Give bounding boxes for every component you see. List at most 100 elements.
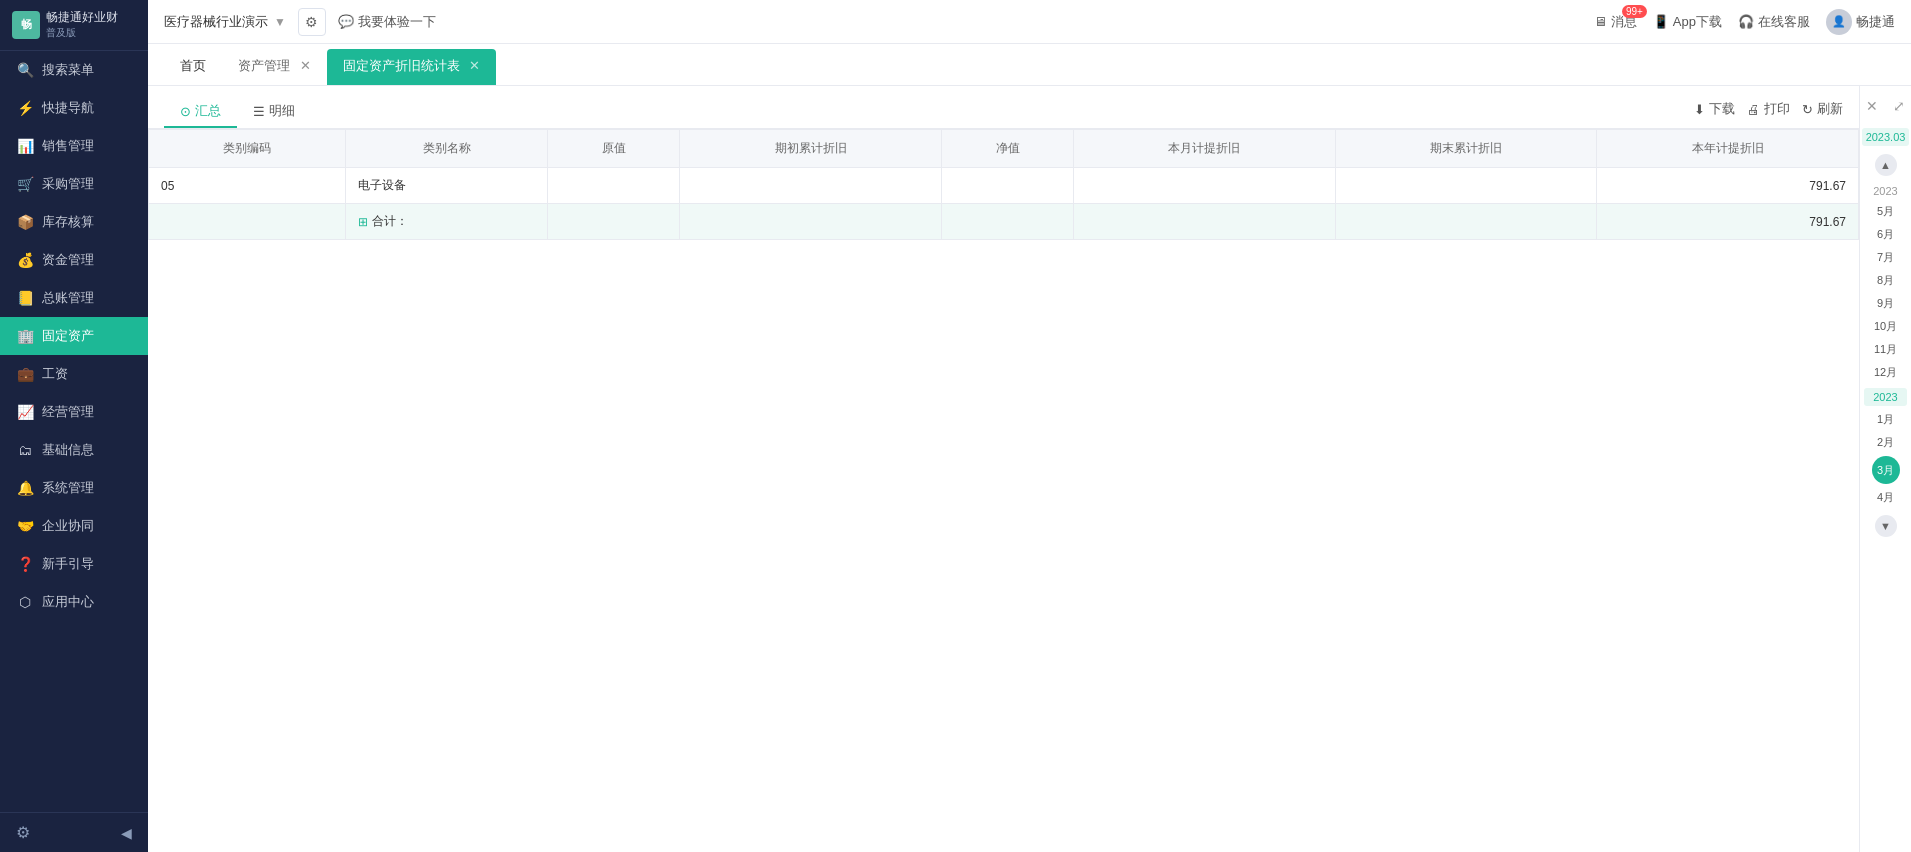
- rp-next-btn[interactable]: ▼: [1875, 515, 1897, 537]
- top-header: 医疗器械行业演示 ▼ ⚙ 💬 我要体验一下 🖥 消息 99+ 📱 App下载 🎧…: [148, 0, 1911, 44]
- sub-tab-summary[interactable]: ⊙ 汇总: [164, 96, 237, 128]
- sidebar-item-ledger[interactable]: 📒 总账管理: [0, 279, 148, 317]
- month-10[interactable]: 10月: [1860, 315, 1911, 338]
- sidebar-item-guide[interactable]: ❓ 新手引导: [0, 545, 148, 583]
- tab-depreciation-close[interactable]: ✕: [469, 58, 480, 73]
- sidebar-nav: 🔍 搜索菜单 ⚡ 快捷导航 📊 销售管理 🛒 采购管理 📦 库存核算 💰 资金管…: [0, 51, 148, 812]
- month-8[interactable]: 8月: [1860, 269, 1911, 292]
- message-badge: 99+: [1622, 5, 1647, 18]
- funds-icon: 💰: [16, 252, 34, 268]
- sidebar-item-purchase[interactable]: 🛒 采购管理: [0, 165, 148, 203]
- month-2[interactable]: 2月: [1860, 431, 1911, 454]
- current-period: 2023.03: [1862, 128, 1910, 146]
- right-panel-expand[interactable]: ⤢: [1893, 98, 1905, 114]
- sidebar-item-sales[interactable]: 📊 销售管理: [0, 127, 148, 165]
- sidebar-item-search[interactable]: 🔍 搜索菜单: [0, 51, 148, 89]
- tab-asset-close[interactable]: ✕: [300, 58, 311, 73]
- row-end-cumulative: [1335, 168, 1597, 204]
- detail-icon: ☰: [253, 104, 265, 119]
- sidebar-label-guide: 新手引导: [42, 555, 94, 573]
- col-net: 净值: [941, 130, 1073, 168]
- sidebar-item-system[interactable]: 🔔 系统管理: [0, 469, 148, 507]
- tab-home[interactable]: 首页: [164, 49, 222, 85]
- basic-icon: 🗂: [16, 442, 34, 458]
- rp-prev-btn[interactable]: ▲: [1875, 154, 1897, 176]
- month-12[interactable]: 12月: [1860, 361, 1911, 384]
- company-dropdown-icon[interactable]: ▼: [274, 15, 286, 29]
- tab-depreciation-label: 固定资产折旧统计表: [343, 58, 460, 73]
- logo-sub: 普及版: [46, 26, 118, 40]
- sidebar-item-funds[interactable]: 💰 资金管理: [0, 241, 148, 279]
- sidebar-label-salary: 工资: [42, 365, 68, 383]
- sidebar-label-ledger: 总账管理: [42, 289, 94, 307]
- experience-button[interactable]: 💬 我要体验一下: [338, 13, 436, 31]
- sidebar-item-enterprise[interactable]: 🤝 企业协同: [0, 507, 148, 545]
- download-action-icon: ⬇: [1694, 102, 1705, 117]
- refresh-icon: ↻: [1802, 102, 1813, 117]
- sidebar-item-quicknav[interactable]: ⚡ 快捷导航: [0, 89, 148, 127]
- sidebar-item-apps[interactable]: ⬡ 应用中心: [0, 583, 148, 621]
- total-cumulative: [680, 204, 942, 240]
- sidebar-item-fixed[interactable]: 🏢 固定资产: [0, 317, 148, 355]
- tab-asset-mgmt[interactable]: 资产管理 ✕: [222, 49, 327, 85]
- content-area: ⊙ 汇总 ☰ 明细 ⬇ 下载 🖨 打印: [148, 86, 1911, 852]
- col-cumulative: 期初累计折旧: [680, 130, 942, 168]
- download-label: App下载: [1673, 13, 1722, 31]
- ledger-icon: 📒: [16, 290, 34, 306]
- print-button[interactable]: 🖨 打印: [1747, 100, 1790, 118]
- sidebar-label-basic: 基础信息: [42, 441, 94, 459]
- message-button[interactable]: 🖥 消息 99+: [1594, 13, 1637, 31]
- refresh-button[interactable]: ↻ 刷新: [1802, 100, 1843, 118]
- guide-icon: ❓: [16, 556, 34, 572]
- sidebar-label-funds: 资金管理: [42, 251, 94, 269]
- report-area: ⊙ 汇总 ☰ 明细 ⬇ 下载 🖨 打印: [148, 86, 1859, 852]
- right-panel-close[interactable]: ✕: [1866, 98, 1878, 114]
- settings-icon[interactable]: ⚙: [16, 823, 30, 842]
- sidebar-item-basic[interactable]: 🗂 基础信息: [0, 431, 148, 469]
- sidebar-label-sales: 销售管理: [42, 137, 94, 155]
- user-menu[interactable]: 👤 畅捷通: [1826, 9, 1895, 35]
- month-9[interactable]: 9月: [1860, 292, 1911, 315]
- operations-icon: 📈: [16, 404, 34, 420]
- month-5[interactable]: 5月: [1860, 200, 1911, 223]
- online-service-button[interactable]: 🎧 在线客服: [1738, 13, 1810, 31]
- sidebar-item-operations[interactable]: 📈 经营管理: [0, 393, 148, 431]
- experience-icon: 💬: [338, 14, 354, 29]
- sidebar-item-salary[interactable]: 💼 工资: [0, 355, 148, 393]
- user-avatar: 👤: [1826, 9, 1852, 35]
- header-right: 🖥 消息 99+ 📱 App下载 🎧 在线客服 👤 畅捷通: [1594, 9, 1895, 35]
- app-download-button[interactable]: 📱 App下载: [1653, 13, 1722, 31]
- tab-asset-label: 资产管理: [238, 58, 290, 73]
- service-icon: 🎧: [1738, 14, 1754, 29]
- month-11[interactable]: 11月: [1860, 338, 1911, 361]
- tabs-bar: 首页 资产管理 ✕ 固定资产折旧统计表 ✕: [148, 44, 1911, 86]
- sub-tabs: ⊙ 汇总 ☰ 明细 ⬇ 下载 🖨 打印: [148, 86, 1859, 129]
- sub-tab-detail[interactable]: ☰ 明细: [237, 96, 311, 128]
- username: 畅捷通: [1856, 13, 1895, 31]
- month-1[interactable]: 1月: [1860, 408, 1911, 431]
- row-cumulative: [680, 168, 942, 204]
- month-3-active[interactable]: 3月: [1872, 456, 1900, 484]
- tab-depreciation[interactable]: 固定资产折旧统计表 ✕: [327, 49, 497, 85]
- print-label: 打印: [1764, 100, 1790, 118]
- collapse-icon[interactable]: ◀: [121, 825, 132, 841]
- month-4[interactable]: 4月: [1860, 486, 1911, 509]
- sidebar-label-purchase: 采购管理: [42, 175, 94, 193]
- sidebar-item-inventory[interactable]: 📦 库存核算: [0, 203, 148, 241]
- inventory-icon: 📦: [16, 214, 34, 230]
- month-7[interactable]: 7月: [1860, 246, 1911, 269]
- sidebar-label-fixed: 固定资产: [42, 327, 94, 345]
- sub-tabs-left: ⊙ 汇总 ☰ 明细: [164, 96, 311, 128]
- logo-icon: 畅: [12, 11, 40, 39]
- enterprise-icon: 🤝: [16, 518, 34, 534]
- row-net: [941, 168, 1073, 204]
- purchase-icon: 🛒: [16, 176, 34, 192]
- month-6[interactable]: 6月: [1860, 223, 1911, 246]
- download-button[interactable]: ⬇ 下载: [1694, 100, 1735, 118]
- total-icon: ⊞: [358, 215, 368, 229]
- total-net: [941, 204, 1073, 240]
- sales-icon: 📊: [16, 138, 34, 154]
- sidebar-label-quicknav: 快捷导航: [42, 99, 94, 117]
- company-selector[interactable]: 医疗器械行业演示 ▼: [164, 13, 286, 31]
- header-settings-button[interactable]: ⚙: [298, 8, 326, 36]
